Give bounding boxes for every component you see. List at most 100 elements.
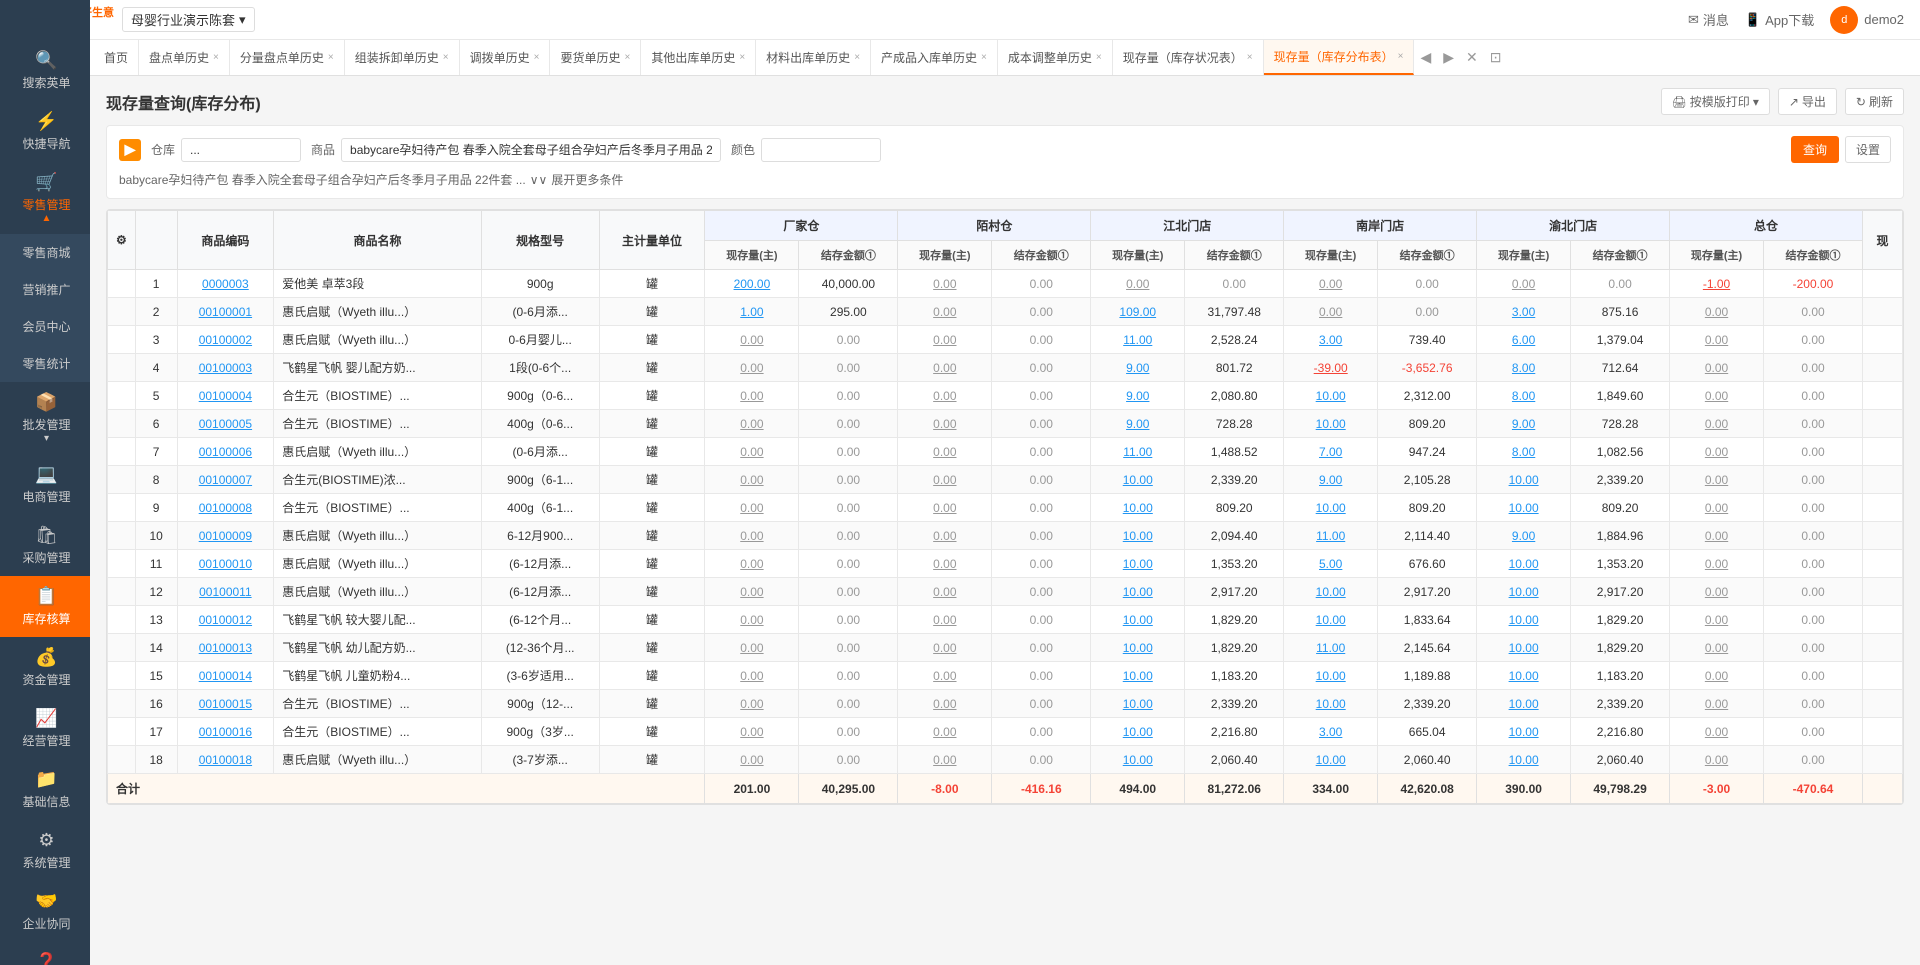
tab-other-out[interactable]: 其他出库单历史 × xyxy=(641,40,756,75)
app-download-btn[interactable]: 📱 App下载 xyxy=(1745,10,1814,29)
tab-stock-dist-close[interactable]: × xyxy=(1398,51,1404,62)
product-code[interactable]: 00100003 xyxy=(177,354,274,382)
query-btn[interactable]: 查询 xyxy=(1791,136,1839,163)
product-code[interactable]: 00100011 xyxy=(177,578,274,606)
product-code[interactable]: 00100009 xyxy=(177,522,274,550)
product-code[interactable]: 00100007 xyxy=(177,466,274,494)
expand-arrow: ▲ xyxy=(42,213,52,224)
color-input[interactable] xyxy=(761,138,881,162)
export-label: 导出 xyxy=(1802,93,1826,110)
col-no xyxy=(135,211,177,270)
col-nanan-qty: 现存量(主) xyxy=(1284,241,1378,270)
message-btn[interactable]: ✉ 消息 xyxy=(1688,10,1729,29)
goods-input[interactable] xyxy=(341,138,721,162)
expand-filter-btn[interactable]: ▶ xyxy=(119,139,141,161)
refresh-btn[interactable]: ↻ 刷新 xyxy=(1845,88,1904,115)
tab-stock-status-close[interactable]: × xyxy=(1247,52,1253,63)
tab-stock-dist[interactable]: 现存量（库存分布表） × xyxy=(1264,40,1415,75)
table-row: 1000100009惠氏启赋（Wyeth illu...）6-12月900...… xyxy=(108,522,1903,550)
tab-order-close[interactable]: × xyxy=(624,52,630,63)
tab-next[interactable]: ▶ xyxy=(1437,49,1460,66)
sidebar-item-retail[interactable]: 🛒 零售管理 ▲ xyxy=(0,162,90,234)
sidebar-item-member[interactable]: 会员中心 xyxy=(0,308,90,345)
sidebar-item-retail-stats[interactable]: 零售统计 xyxy=(0,345,90,382)
tab-cost-adjust[interactable]: 成本调整单历史 × xyxy=(998,40,1113,75)
tab-order[interactable]: 要货单历史 × xyxy=(550,40,641,75)
tab-stocktake-close[interactable]: × xyxy=(213,52,219,63)
tab-partial-stock-close[interactable]: × xyxy=(328,52,334,63)
tab-expand[interactable]: ⊡ xyxy=(1484,49,1508,66)
table-row: 1600100015合生元（BIOSTIME）...900g（12-...罐0.… xyxy=(108,690,1903,718)
setting-btn[interactable]: 设置 xyxy=(1845,136,1891,163)
expand-more-icon: ∨∨ xyxy=(530,173,548,187)
tab-transfer[interactable]: 调拨单历史 × xyxy=(460,40,551,75)
product-code[interactable]: 00100010 xyxy=(177,550,274,578)
warehouse-input[interactable] xyxy=(181,138,301,162)
tab-product-in[interactable]: 产成品入库单历史 × xyxy=(871,40,998,75)
sidebar-item-nav[interactable]: ⚡ 快捷导航 xyxy=(0,101,90,162)
tab-assembly[interactable]: 组装拆卸单历史 × xyxy=(345,40,460,75)
product-code[interactable]: 00100012 xyxy=(177,606,274,634)
tab-close-all[interactable]: ✕ xyxy=(1460,49,1484,66)
product-code[interactable]: 00100008 xyxy=(177,494,274,522)
wholesale-arrow: ▾ xyxy=(44,433,49,444)
store-selector[interactable]: 母婴行业演示陈套 ▾ xyxy=(122,7,255,32)
sidebar-item-system[interactable]: ⚙ 系统管理 xyxy=(0,820,90,881)
table-row: 700100006惠氏启赋（Wyeth illu...）(0-6月添...罐0.… xyxy=(108,438,1903,466)
tab-material-out-close[interactable]: × xyxy=(854,52,860,63)
export-btn[interactable]: ↗ 导出 xyxy=(1778,88,1837,115)
product-code[interactable]: 00100016 xyxy=(177,718,274,746)
product-code[interactable]: 00100015 xyxy=(177,690,274,718)
sidebar-item-finance[interactable]: 💰 资金管理 xyxy=(0,637,90,698)
ecom-icon: 💻 xyxy=(35,464,57,485)
product-code[interactable]: 00100004 xyxy=(177,382,274,410)
tab-stock-status[interactable]: 现存量（库存状况表） × xyxy=(1113,40,1264,75)
tab-assembly-close[interactable]: × xyxy=(443,52,449,63)
sidebar-item-marketing[interactable]: 营销推广 xyxy=(0,271,90,308)
sidebar-item-operation[interactable]: 📈 经营管理 xyxy=(0,698,90,759)
tab-product-in-close[interactable]: × xyxy=(981,52,987,63)
warehouse-label: 仓库 xyxy=(151,141,175,158)
tab-other-out-close[interactable]: × xyxy=(739,52,745,63)
tab-prev[interactable]: ◀ xyxy=(1414,49,1437,66)
expand-more-btn[interactable]: ∨∨ 展开更多条件 xyxy=(530,171,624,188)
tab-partial-stock[interactable]: 分量盘点单历史 × xyxy=(230,40,345,75)
product-code[interactable]: 0000003 xyxy=(177,270,274,298)
app-download-label: App下载 xyxy=(1765,10,1814,29)
sidebar-label-purchase: 采购管理 xyxy=(22,549,70,566)
main-wrapper: 首页 盘点单历史 × 分量盘点单历史 × 组装拆卸单历史 × 调拨单历史 × 要… xyxy=(90,40,1920,965)
print-btn[interactable]: 🖨 按模版打印 ▾ xyxy=(1661,88,1770,115)
finance-icon: 💰 xyxy=(35,647,57,668)
user-area[interactable]: d demo2 xyxy=(1830,6,1904,34)
sidebar-item-wholesale[interactable]: 📦 批发管理 ▾ xyxy=(0,382,90,454)
tab-cost-adjust-close[interactable]: × xyxy=(1096,52,1102,63)
tab-cost-adjust-label: 成本调整单历史 xyxy=(1008,49,1092,66)
sidebar-item-basic[interactable]: 📁 基础信息 xyxy=(0,759,90,820)
page-actions: 🖨 按模版打印 ▾ ↗ 导出 ↻ 刷新 xyxy=(1661,88,1904,115)
product-code[interactable]: 00100014 xyxy=(177,662,274,690)
sidebar-item-ecom[interactable]: 💻 电商管理 xyxy=(0,454,90,515)
goods-label: 商品 xyxy=(311,141,335,158)
tab-stocktake[interactable]: 盘点单历史 × xyxy=(139,40,230,75)
sidebar-label-basic: 基础信息 xyxy=(22,793,70,810)
sidebar-item-mall[interactable]: 零售商城 xyxy=(0,234,90,271)
sidebar-item-inventory[interactable]: 📋 库存核算 xyxy=(0,576,90,637)
tab-material-out[interactable]: 材料出库单历史 × xyxy=(756,40,871,75)
product-code[interactable]: 00100001 xyxy=(177,298,274,326)
product-code[interactable]: 00100005 xyxy=(177,410,274,438)
product-code[interactable]: 00100013 xyxy=(177,634,274,662)
product-code[interactable]: 00100018 xyxy=(177,746,274,774)
tab-transfer-close[interactable]: × xyxy=(534,52,540,63)
product-code[interactable]: 00100006 xyxy=(177,438,274,466)
sidebar-item-guide[interactable]: ❓ 新手引导 xyxy=(0,942,90,965)
table-wrapper[interactable]: ⚙ 商品编码 商品名称 规格型号 主计量单位 厂家仓 陌村仓 江北门店 南岸门店… xyxy=(106,209,1904,805)
product-code[interactable]: 00100002 xyxy=(177,326,274,354)
col-factory-amt: 结存金额① xyxy=(799,241,898,270)
table-foot: 合计201.0040,295.00-8.00-416.16494.0081,27… xyxy=(108,774,1903,804)
sidebar-label-operation: 经营管理 xyxy=(22,732,70,749)
sidebar-item-search[interactable]: 🔍 搜索英单 xyxy=(0,40,90,101)
tab-home[interactable]: 首页 xyxy=(94,40,139,75)
sidebar-item-collab[interactable]: 🤝 企业协同 xyxy=(0,881,90,942)
sidebar-item-purchase[interactable]: 🛍 采购管理 xyxy=(0,515,90,576)
table-body: 10000003爱他美 卓萃3段900g罐200.0040,000.000.00… xyxy=(108,270,1903,774)
